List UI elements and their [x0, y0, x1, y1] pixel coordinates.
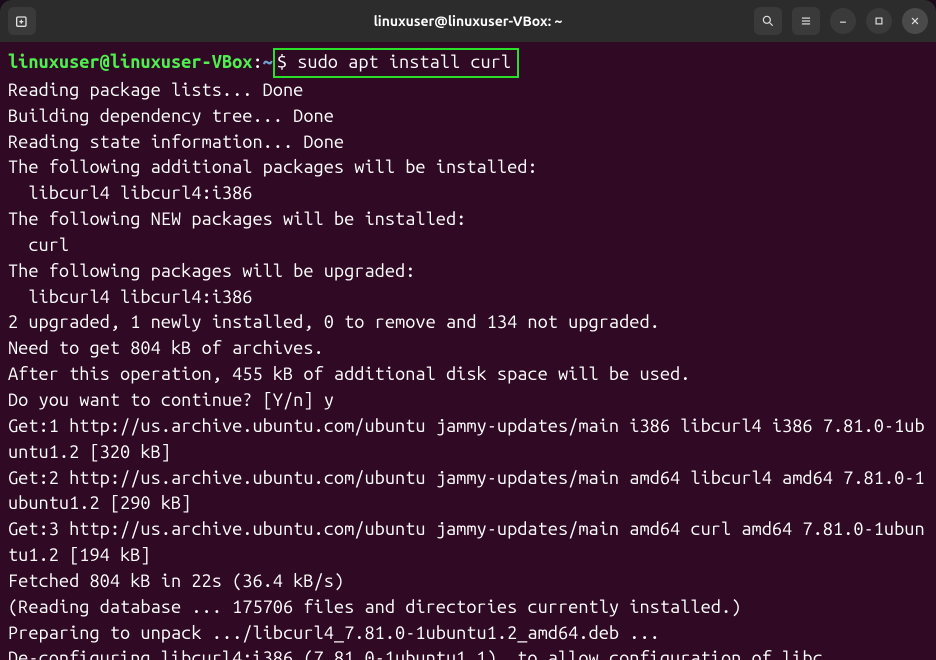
new-tab-icon — [14, 13, 30, 29]
prompt-userhost: linuxuser@linuxuser-VBox — [8, 52, 252, 72]
output-line: Building dependency tree... Done — [8, 104, 928, 130]
output-line: Reading state information... Done — [8, 130, 928, 156]
search-button[interactable] — [754, 7, 782, 35]
terminal-output-area[interactable]: linuxuser@linuxuser-VBox:~$ sudo apt ins… — [0, 42, 936, 660]
command-text: sudo apt install curl — [297, 52, 511, 72]
maximize-button[interactable] — [866, 8, 892, 34]
prompt-path: ~ — [263, 52, 273, 72]
terminal-window: linuxuser@linuxuser-VBox: ~ — [0, 0, 936, 660]
output-line: curl — [8, 233, 928, 259]
output-line: De-configuring libcurl4:i386 (7.81.0-1ub… — [8, 646, 928, 660]
prompt-dollar: $ — [277, 52, 297, 72]
output-line: Get:3 http://us.archive.ubuntu.com/ubunt… — [8, 517, 928, 569]
output-line: The following packages will be upgraded: — [8, 259, 928, 285]
output-line: Fetched 804 kB in 22s (36.4 kB/s) — [8, 569, 928, 595]
prompt-line: linuxuser@linuxuser-VBox:~$ sudo apt ins… — [8, 48, 928, 78]
output-line: Need to get 804 kB of archives. — [8, 336, 928, 362]
minimize-button[interactable] — [830, 8, 856, 34]
output-line: Preparing to unpack .../libcurl4_7.81.0-… — [8, 621, 928, 647]
minimize-icon — [836, 14, 850, 28]
menu-button[interactable] — [792, 7, 820, 35]
close-icon — [908, 14, 922, 28]
command-highlight: $ sudo apt install curl — [273, 48, 519, 78]
output-line: Get:1 http://us.archive.ubuntu.com/ubunt… — [8, 414, 928, 466]
output-line: The following NEW packages will be insta… — [8, 207, 928, 233]
output-line: libcurl4 libcurl4:i386 — [8, 285, 928, 311]
output-line: (Reading database ... 175706 files and d… — [8, 595, 928, 621]
maximize-icon — [872, 14, 886, 28]
new-tab-button[interactable] — [8, 7, 36, 35]
titlebar: linuxuser@linuxuser-VBox: ~ — [0, 0, 936, 42]
close-button[interactable] — [902, 8, 928, 34]
output-line: The following additional packages will b… — [8, 155, 928, 181]
output-line: Do you want to continue? [Y/n] y — [8, 388, 928, 414]
hamburger-icon — [799, 14, 813, 28]
prompt-colon: : — [252, 52, 262, 72]
output-line: 2 upgraded, 1 newly installed, 0 to remo… — [8, 310, 928, 336]
output-line: After this operation, 455 kB of addition… — [8, 362, 928, 388]
output-line: Get:2 http://us.archive.ubuntu.com/ubunt… — [8, 466, 928, 518]
output-line: Reading package lists... Done — [8, 78, 928, 104]
search-icon — [761, 14, 775, 28]
output-line: libcurl4 libcurl4:i386 — [8, 181, 928, 207]
